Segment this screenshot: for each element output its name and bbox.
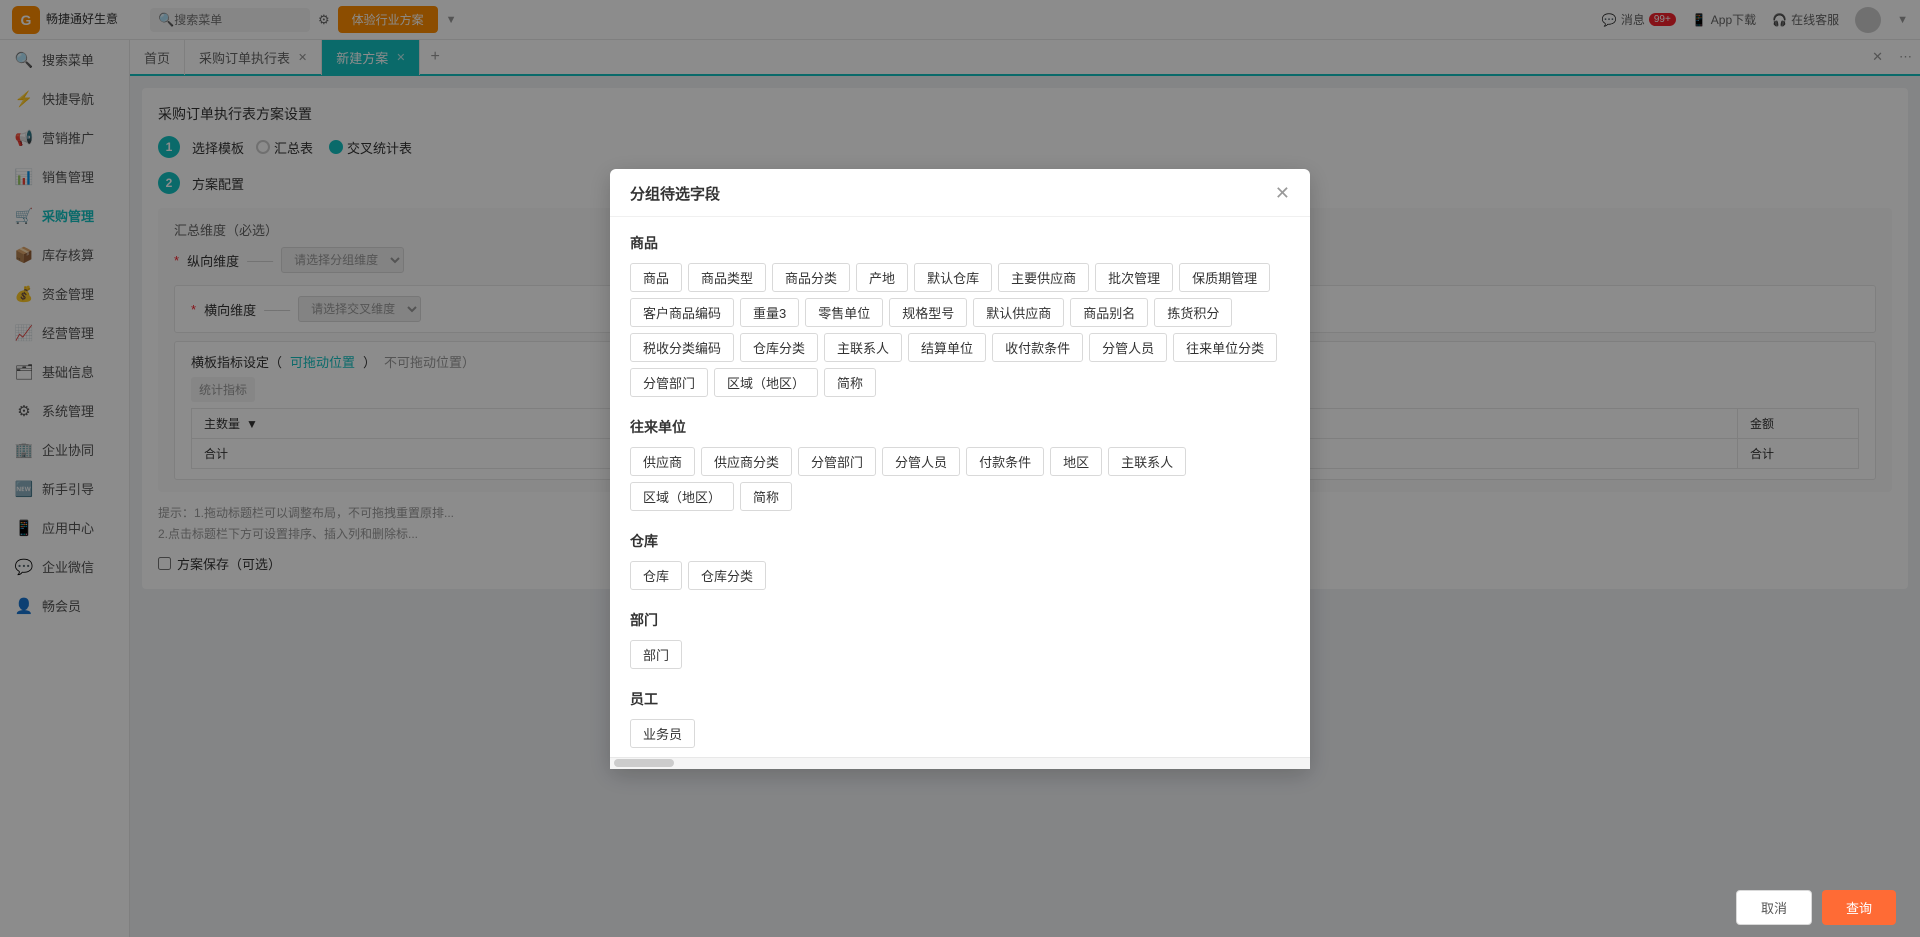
field-tag-分管人员[interactable]: 分管人员 <box>1089 333 1167 362</box>
section-title-product: 商品 <box>630 233 1290 253</box>
field-tag-重量3[interactable]: 重量3 <box>740 298 799 327</box>
section-counterpart: 往来单位供应商供应商分类分管部门分管人员付款条件地区主联系人区域（地区）简称 <box>630 417 1290 511</box>
field-tag-默认供应商[interactable]: 默认供应商 <box>973 298 1064 327</box>
field-tag-付款条件[interactable]: 付款条件 <box>966 447 1044 476</box>
field-tag-主要供应商[interactable]: 主要供应商 <box>998 263 1089 292</box>
section-title-department: 部门 <box>630 610 1290 630</box>
field-tags-product: 商品商品类型商品分类产地默认仓库主要供应商批次管理保质期管理客户商品编码重量3零… <box>630 263 1290 397</box>
field-tag-仓库分类[interactable]: 仓库分类 <box>740 333 818 362</box>
modal-footer: 取消 查询 <box>1712 878 1920 937</box>
field-tag-收付款条件[interactable]: 收付款条件 <box>992 333 1083 362</box>
field-tag-结算单位[interactable]: 结算单位 <box>908 333 986 362</box>
modal-body: 商品商品商品类型商品分类产地默认仓库主要供应商批次管理保质期管理客户商品编码重量… <box>610 217 1310 757</box>
field-tag-供应商[interactable]: 供应商 <box>630 447 695 476</box>
field-tag-批次管理[interactable]: 批次管理 <box>1095 263 1173 292</box>
section-title-counterpart: 往来单位 <box>630 417 1290 437</box>
field-tag-税收分类编码[interactable]: 税收分类编码 <box>630 333 734 362</box>
field-tag-规格型号[interactable]: 规格型号 <box>889 298 967 327</box>
field-tag-往来单位分类[interactable]: 往来单位分类 <box>1173 333 1277 362</box>
field-select-modal: 分组待选字段 ✕ 商品商品商品类型商品分类产地默认仓库主要供应商批次管理保质期管… <box>610 169 1310 769</box>
field-tag-简称[interactable]: 简称 <box>824 368 876 397</box>
modal-scrollbar[interactable] <box>610 757 1310 769</box>
field-tag-仓库分类[interactable]: 仓库分类 <box>688 561 766 590</box>
scrollbar-thumb[interactable] <box>614 759 674 767</box>
field-tag-分管部门[interactable]: 分管部门 <box>630 368 708 397</box>
modal-header: 分组待选字段 ✕ <box>610 169 1310 217</box>
cancel-button[interactable]: 取消 <box>1736 890 1812 925</box>
field-tag-商品分类[interactable]: 商品分类 <box>772 263 850 292</box>
field-tag-仓库[interactable]: 仓库 <box>630 561 682 590</box>
field-tag-拣货积分[interactable]: 拣货积分 <box>1154 298 1232 327</box>
field-tags-department: 部门 <box>630 640 1290 669</box>
modal-close-icon[interactable]: ✕ <box>1275 183 1290 204</box>
field-tag-区域（地区）[interactable]: 区域（地区） <box>714 368 818 397</box>
field-tags-warehouse: 仓库仓库分类 <box>630 561 1290 590</box>
section-title-warehouse: 仓库 <box>630 531 1290 551</box>
field-tag-地区[interactable]: 地区 <box>1050 447 1102 476</box>
field-tag-商品[interactable]: 商品 <box>630 263 682 292</box>
field-tag-保质期管理[interactable]: 保质期管理 <box>1179 263 1270 292</box>
section-department: 部门部门 <box>630 610 1290 669</box>
field-tags-employee: 业务员 <box>630 719 1290 748</box>
field-tag-商品类型[interactable]: 商品类型 <box>688 263 766 292</box>
field-tag-简称[interactable]: 简称 <box>740 482 792 511</box>
field-tag-产地[interactable]: 产地 <box>856 263 908 292</box>
confirm-button[interactable]: 查询 <box>1822 890 1896 925</box>
modal-title: 分组待选字段 <box>630 183 720 204</box>
field-tag-主联系人[interactable]: 主联系人 <box>1108 447 1186 476</box>
field-tag-部门[interactable]: 部门 <box>630 640 682 669</box>
field-tag-区域（地区）[interactable]: 区域（地区） <box>630 482 734 511</box>
section-title-employee: 员工 <box>630 689 1290 709</box>
field-tag-默认仓库[interactable]: 默认仓库 <box>914 263 992 292</box>
field-tags-counterpart: 供应商供应商分类分管部门分管人员付款条件地区主联系人区域（地区）简称 <box>630 447 1290 511</box>
section-product: 商品商品商品类型商品分类产地默认仓库主要供应商批次管理保质期管理客户商品编码重量… <box>630 233 1290 397</box>
field-tag-分管人员[interactable]: 分管人员 <box>882 447 960 476</box>
field-tag-客户商品编码[interactable]: 客户商品编码 <box>630 298 734 327</box>
modal-overlay: 分组待选字段 ✕ 商品商品商品类型商品分类产地默认仓库主要供应商批次管理保质期管… <box>0 0 1920 937</box>
field-tag-零售单位[interactable]: 零售单位 <box>805 298 883 327</box>
field-tag-分管部门[interactable]: 分管部门 <box>798 447 876 476</box>
field-tag-商品别名[interactable]: 商品别名 <box>1070 298 1148 327</box>
field-tag-业务员[interactable]: 业务员 <box>630 719 695 748</box>
section-warehouse: 仓库仓库仓库分类 <box>630 531 1290 590</box>
field-tag-主联系人[interactable]: 主联系人 <box>824 333 902 362</box>
field-tag-供应商分类[interactable]: 供应商分类 <box>701 447 792 476</box>
section-employee: 员工业务员 <box>630 689 1290 748</box>
